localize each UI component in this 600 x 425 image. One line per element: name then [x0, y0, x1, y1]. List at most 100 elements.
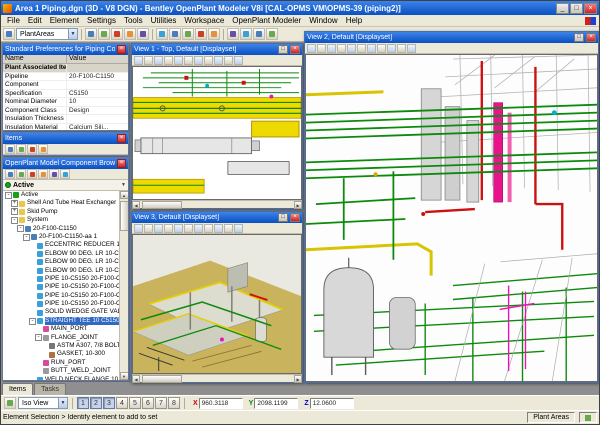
tree-item-20-f100-c1150-aa-1[interactable]: -20-F100-C1150-aa 1: [3, 233, 128, 241]
rotate-view-icon[interactable]: [367, 44, 376, 53]
primary-tools-icon[interactable]: [85, 28, 97, 40]
view-attributes-icon[interactable]: [134, 56, 143, 65]
view-toggle-7[interactable]: 7: [155, 397, 167, 409]
tree-item-pipe-10-c5150-20-f100-c5t[interactable]: PIPE 10-C5150 20-F100-C5T: [3, 300, 128, 308]
models-icon[interactable]: [98, 28, 110, 40]
maximize-icon[interactable]: □: [574, 33, 584, 42]
menu-item-window[interactable]: Window: [305, 15, 341, 27]
tree-item-weld-neck-flange-10[interactable]: WELD NECK FLANGE 10: [3, 376, 128, 380]
close-icon[interactable]: ×: [586, 33, 596, 42]
view-previous-icon[interactable]: [214, 224, 223, 233]
preference-row-insulation-thickness[interactable]: Insulation Thickness: [3, 115, 128, 124]
zoom-in-icon[interactable]: [154, 224, 163, 233]
plant-areas-status[interactable]: Plant Areas: [527, 412, 575, 423]
view-3-titlebar[interactable]: View 3, Default [Displayset] □ ×: [132, 212, 302, 223]
view-toggle-8[interactable]: 8: [168, 397, 180, 409]
close-icon[interactable]: ×: [290, 45, 300, 54]
tree-item-20-f100-c1150[interactable]: -20-F100-C1150: [3, 225, 128, 233]
window-area-icon[interactable]: [174, 56, 183, 65]
view-toggle-3[interactable]: 3: [103, 397, 115, 409]
view-group-icon[interactable]: [4, 397, 16, 409]
clip-volume-icon[interactable]: [234, 56, 243, 65]
key-in-icon[interactable]: [227, 28, 239, 40]
window-area-icon[interactable]: [174, 224, 183, 233]
preference-row-specification[interactable]: SpecificationC5150: [3, 90, 128, 99]
x-coordinate-field[interactable]: 960.3118: [199, 398, 243, 409]
collapse-icon[interactable]: -: [11, 217, 18, 224]
view-group-dropdown[interactable]: Iso View ▼: [18, 397, 68, 409]
list-view-icon[interactable]: [5, 144, 15, 154]
tree-item-pipe-10-c5150-20-f100-c5t[interactable]: PIPE 10-C5150 20-F100-C5T: [3, 275, 128, 283]
column-header-value[interactable]: Value: [67, 55, 128, 63]
tree-item-butt-weld-joint[interactable]: BUTT_WELD_JOINT: [3, 367, 128, 375]
items-panel-titlebar[interactable]: Items ×: [3, 133, 128, 144]
level-display-icon[interactable]: [124, 28, 136, 40]
preference-row-component-class[interactable]: Component ClassDesign: [3, 107, 128, 116]
expand-icon[interactable]: +: [11, 200, 18, 207]
tree-item-solid-wedge-gate-valve-10[interactable]: SOLID WEDGE GATE VALVE 10: [3, 308, 128, 316]
tree-item-eccentric-reducer-10x8-c5150[interactable]: ECCENTRIC REDUCER 10x8 C5150: [3, 241, 128, 249]
scroll-left-icon[interactable]: ◀: [132, 201, 140, 209]
y-coordinate-field[interactable]: 2098.1199: [254, 398, 298, 409]
menu-item-openplant-modeler[interactable]: OpenPlant Modeler: [228, 15, 305, 27]
maximize-icon[interactable]: □: [278, 45, 288, 54]
menu-item-element[interactable]: Element: [46, 15, 83, 27]
preference-row-insulation-material[interactable]: Insulation MaterialCalcium Sili...: [3, 124, 128, 131]
scroll-down-icon[interactable]: ▼: [120, 372, 129, 380]
tree-item-skid-pump[interactable]: +Skid Pump: [3, 208, 128, 216]
view-1-hscrollbar[interactable]: ◀ ▶: [132, 200, 302, 208]
view-toggle-5[interactable]: 5: [129, 397, 141, 409]
view-next-icon[interactable]: [224, 56, 233, 65]
fence-icon[interactable]: [182, 28, 194, 40]
clip-volume-icon[interactable]: [234, 224, 243, 233]
close-icon[interactable]: ×: [290, 213, 300, 222]
scroll-thumb[interactable]: [142, 201, 182, 209]
collapse-icon[interactable]: -: [5, 192, 12, 199]
scroll-right-icon[interactable]: ▶: [294, 201, 302, 209]
preference-row-nominal-diameter[interactable]: Nominal Diameter10: [3, 98, 128, 107]
view-previous-icon[interactable]: [214, 56, 223, 65]
accudraw-icon[interactable]: [208, 28, 220, 40]
close-icon[interactable]: ×: [117, 45, 126, 54]
zoom-in-icon[interactable]: [154, 56, 163, 65]
tree-item-straight-tee-10-c5150-20[interactable]: -STRAIGHT TEE 10 C5150 20: [3, 317, 128, 325]
tree-item-elbow-90-deg-lr-10-c5t[interactable]: ELBOW 90 DEG. LR 10-C5T: [3, 258, 128, 266]
view-1-titlebar[interactable]: View 1 - Top, Default [Displayset] □ ×: [132, 44, 302, 55]
zoom-in-icon[interactable]: [327, 44, 336, 53]
view-2-titlebar[interactable]: View 2, Default [Displayset] □ ×: [305, 32, 598, 43]
tree-item-active[interactable]: -Active: [3, 191, 128, 199]
filter-icon[interactable]: [27, 144, 37, 154]
menu-item-tools[interactable]: Tools: [120, 15, 147, 27]
scroll-thumb[interactable]: [120, 201, 129, 231]
zoom-out-icon[interactable]: [337, 44, 346, 53]
fit-view-icon[interactable]: [184, 224, 193, 233]
tree-scrollbar[interactable]: ▲ ▼: [119, 191, 128, 380]
scroll-up-icon[interactable]: ▲: [120, 191, 129, 199]
pan-view-icon[interactable]: [377, 44, 386, 53]
minimize-button[interactable]: _: [556, 3, 569, 14]
tree-item-elbow-90-deg-lr-10-c5t[interactable]: ELBOW 90 DEG. LR 10-C5T: [3, 250, 128, 258]
view-3-hscrollbar[interactable]: ◀ ▶: [132, 374, 302, 382]
tree-item-elbow-90-deg-lr-10-c5t[interactable]: ELBOW 90 DEG. LR 10-C5T: [3, 267, 128, 275]
point-clouds-icon[interactable]: [266, 28, 278, 40]
view-next-icon[interactable]: [224, 224, 233, 233]
tree-item-pipe-10-c5150-20-f100-c5t[interactable]: PIPE 10-C5150 20-F100-C5T: [3, 292, 128, 300]
scroll-left-icon[interactable]: ◀: [132, 375, 140, 383]
up-level-icon[interactable]: [27, 169, 37, 179]
view-3-canvas[interactable]: [132, 234, 302, 374]
menu-item-settings[interactable]: Settings: [83, 15, 120, 27]
preference-row-pipeline[interactable]: Pipeline20-F100-C1150: [3, 73, 128, 82]
view-previous-icon[interactable]: [387, 44, 396, 53]
view-toggle-6[interactable]: 6: [142, 397, 154, 409]
refresh-icon[interactable]: [38, 144, 48, 154]
column-header-name[interactable]: Name: [3, 55, 67, 63]
tree-item-gasket-10-300[interactable]: GASKET, 10-300: [3, 350, 128, 358]
menu-item-utilities[interactable]: Utilities: [147, 15, 181, 27]
zoom-out-icon[interactable]: [164, 224, 173, 233]
tree-item-run-port[interactable]: RUN_PORT: [3, 359, 128, 367]
title-bar[interactable]: Area 1 Piping.dgn (3D - V8 DGN) - Bentle…: [1, 1, 599, 15]
tree-item-shell-and-tube-heat-exchanger[interactable]: +Shell And Tube Heat Exchanger: [3, 199, 128, 207]
menu-item-workspace[interactable]: Workspace: [180, 15, 228, 27]
menu-item-edit[interactable]: Edit: [24, 15, 46, 27]
view-next-icon[interactable]: [397, 44, 406, 53]
